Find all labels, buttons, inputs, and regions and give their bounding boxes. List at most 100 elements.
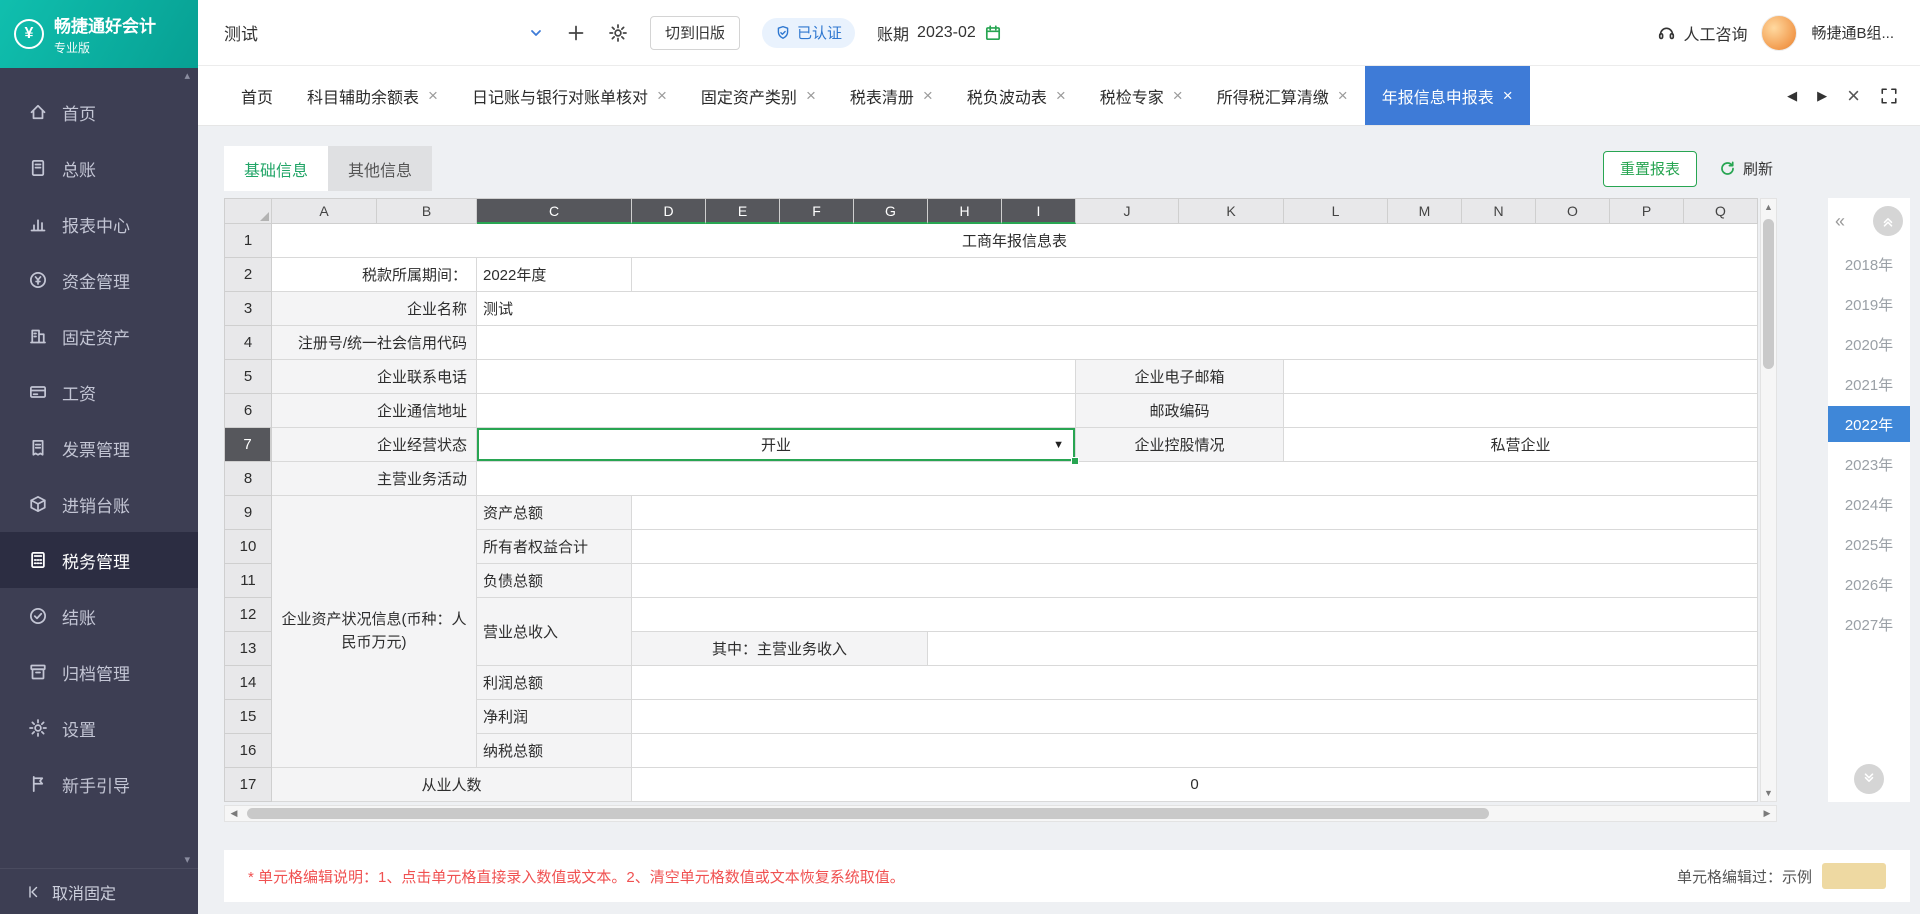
vertical-scrollbar-track[interactable] — [1761, 215, 1776, 785]
collapse-year-panel-icon[interactable]: « — [1835, 212, 1845, 230]
holding-value-cell[interactable]: 私营企业 — [1284, 428, 1758, 462]
tax-total-label-cell[interactable]: 纳税总额 — [477, 734, 632, 768]
add-icon[interactable] — [566, 23, 586, 43]
year-item-2021[interactable]: 2021年 — [1828, 364, 1910, 404]
column-header[interactable]: O — [1536, 198, 1610, 224]
horizontal-scrollbar-thumb[interactable] — [247, 808, 1490, 819]
employees-value-cell[interactable]: 0 — [632, 768, 1758, 802]
sidebar-item-settings[interactable]: 设置 — [0, 700, 198, 756]
equity-total-label-cell[interactable]: 所有者权益合计 — [477, 530, 632, 564]
scroll-tabs-left-icon[interactable]: ◀ — [1787, 88, 1797, 104]
tab-close-icon[interactable]: × — [806, 87, 816, 104]
tab-tax-form-list[interactable]: 税表清册 × — [833, 66, 950, 125]
main-revenue-value-cell[interactable] — [928, 632, 1758, 666]
cell-dropdown-icon[interactable]: ▼ — [1053, 439, 1064, 451]
tab-close-icon[interactable]: × — [1173, 87, 1183, 104]
gear-icon[interactable] — [608, 23, 628, 43]
row-header[interactable]: 11 — [224, 564, 272, 598]
column-header-selected[interactable]: G — [854, 198, 928, 224]
row-header-selected[interactable]: 7 — [224, 428, 272, 462]
select-all-corner[interactable] — [224, 198, 272, 224]
row-header[interactable]: 13 — [224, 632, 272, 666]
liability-total-label-cell[interactable]: 负债总额 — [477, 564, 632, 598]
column-header[interactable]: K — [1179, 198, 1284, 224]
year-item-2019[interactable]: 2019年 — [1828, 284, 1910, 324]
tab-close-icon[interactable]: × — [1503, 87, 1513, 104]
sidebar-item-fixed-assets[interactable]: 固定资产 — [0, 308, 198, 364]
reg-code-value-cell[interactable] — [477, 326, 1758, 360]
fill-handle[interactable] — [1071, 457, 1079, 465]
year-item-2020[interactable]: 2020年 — [1828, 324, 1910, 364]
year-item-2025[interactable]: 2025年 — [1828, 524, 1910, 564]
vertical-scrollbar[interactable]: ▲ ▼ — [1760, 198, 1777, 802]
row-header[interactable]: 8 — [224, 462, 272, 496]
reg-code-label-cell[interactable]: 注册号/统一社会信用代码 — [272, 326, 477, 360]
years-scroll-up-button[interactable] — [1873, 206, 1903, 236]
scroll-down-icon[interactable]: ▼ — [1761, 785, 1776, 801]
address-label-cell[interactable]: 企业通信地址 — [272, 394, 477, 428]
refresh-button[interactable]: 刷新 — [1719, 158, 1773, 179]
sidebar-item-payroll[interactable]: 工资 — [0, 364, 198, 420]
row-header[interactable]: 17 — [224, 768, 272, 802]
employees-label-cell[interactable]: 从业人数 — [272, 768, 632, 802]
column-header[interactable]: P — [1610, 198, 1684, 224]
consult-button[interactable]: 人工咨询 — [1657, 21, 1747, 45]
subtab-basic-info[interactable]: 基础信息 — [224, 146, 329, 191]
row-header[interactable]: 10 — [224, 530, 272, 564]
sidebar-item-closing[interactable]: 结账 — [0, 588, 198, 644]
column-header[interactable]: J — [1076, 198, 1179, 224]
profit-total-label-cell[interactable]: 利润总额 — [477, 666, 632, 700]
postcode-label-cell[interactable]: 邮政编码 — [1076, 394, 1284, 428]
phone-label-cell[interactable]: 企业联系电话 — [272, 360, 477, 394]
tab-close-icon[interactable]: × — [1056, 87, 1066, 104]
year-item-2023[interactable]: 2023年 — [1828, 444, 1910, 484]
sidebar-item-home[interactable]: 首页 — [0, 84, 198, 140]
row-header[interactable]: 14 — [224, 666, 272, 700]
business-scope-value-cell[interactable] — [477, 462, 1758, 496]
address-value-cell[interactable] — [477, 394, 1076, 428]
email-value-cell[interactable] — [1284, 360, 1758, 394]
sidebar-item-archive[interactable]: 归档管理 — [0, 644, 198, 700]
column-header[interactable]: Q — [1684, 198, 1758, 224]
revenue-total-label-cell[interactable]: 营业总收入 — [477, 598, 632, 666]
calendar-icon[interactable] — [984, 24, 1002, 42]
tab-close-icon[interactable]: × — [428, 87, 438, 104]
year-item-2026[interactable]: 2026年 — [1828, 564, 1910, 604]
row-header[interactable]: 1 — [224, 224, 272, 258]
row-header[interactable]: 12 — [224, 598, 272, 632]
sidebar-item-general-ledger[interactable]: 总账 — [0, 140, 198, 196]
column-header-selected[interactable]: E — [706, 198, 780, 224]
column-header-selected[interactable]: C — [477, 198, 632, 224]
column-header-selected[interactable]: F — [780, 198, 854, 224]
status-value-cell-selected[interactable]: 开业 ▼ — [477, 428, 1079, 465]
net-profit-value-cell[interactable] — [632, 700, 1758, 734]
column-header[interactable]: M — [1388, 198, 1462, 224]
equity-total-value-cell[interactable] — [632, 530, 1758, 564]
years-scroll-down-button[interactable] — [1854, 764, 1884, 794]
holding-label-cell[interactable]: 企业控股情况 — [1076, 428, 1284, 462]
close-tab-icon[interactable]: × — [1847, 84, 1860, 107]
accounting-period[interactable]: 账期 2023-02 — [877, 21, 1002, 45]
row-header[interactable]: 6 — [224, 394, 272, 428]
sidebar-item-tax[interactable]: 税务管理 — [0, 532, 198, 588]
tab-close-icon[interactable]: × — [1338, 87, 1348, 104]
row-header[interactable]: 5 — [224, 360, 272, 394]
asset-info-group-label-cell[interactable]: 企业资产状况信息(币种：人民币万元) — [272, 496, 477, 768]
fullscreen-icon[interactable] — [1880, 87, 1898, 105]
tax-total-value-cell[interactable] — [632, 734, 1758, 768]
asset-total-value-cell[interactable] — [632, 496, 1758, 530]
tab-home[interactable]: 首页 — [224, 66, 290, 125]
year-item-2018[interactable]: 2018年 — [1828, 244, 1910, 284]
tab-close-icon[interactable]: × — [657, 87, 667, 104]
row-header[interactable]: 2 — [224, 258, 272, 292]
avatar[interactable] — [1761, 14, 1798, 51]
sidebar-scroll-down-icon[interactable]: ▾ — [0, 852, 198, 868]
tab-fixed-asset-category[interactable]: 固定资产类别 × — [684, 66, 833, 125]
column-header[interactable]: N — [1462, 198, 1536, 224]
status-label-cell[interactable]: 企业经营状态 — [272, 428, 477, 462]
sheet-title-cell[interactable]: 工商年报信息表 — [272, 224, 1758, 258]
year-item-2024[interactable]: 2024年 — [1828, 484, 1910, 524]
period-value-cell[interactable]: 2022年度 — [477, 258, 632, 292]
column-header[interactable]: B — [377, 198, 477, 224]
year-item-2022-active[interactable]: 2022年 — [1828, 406, 1910, 442]
